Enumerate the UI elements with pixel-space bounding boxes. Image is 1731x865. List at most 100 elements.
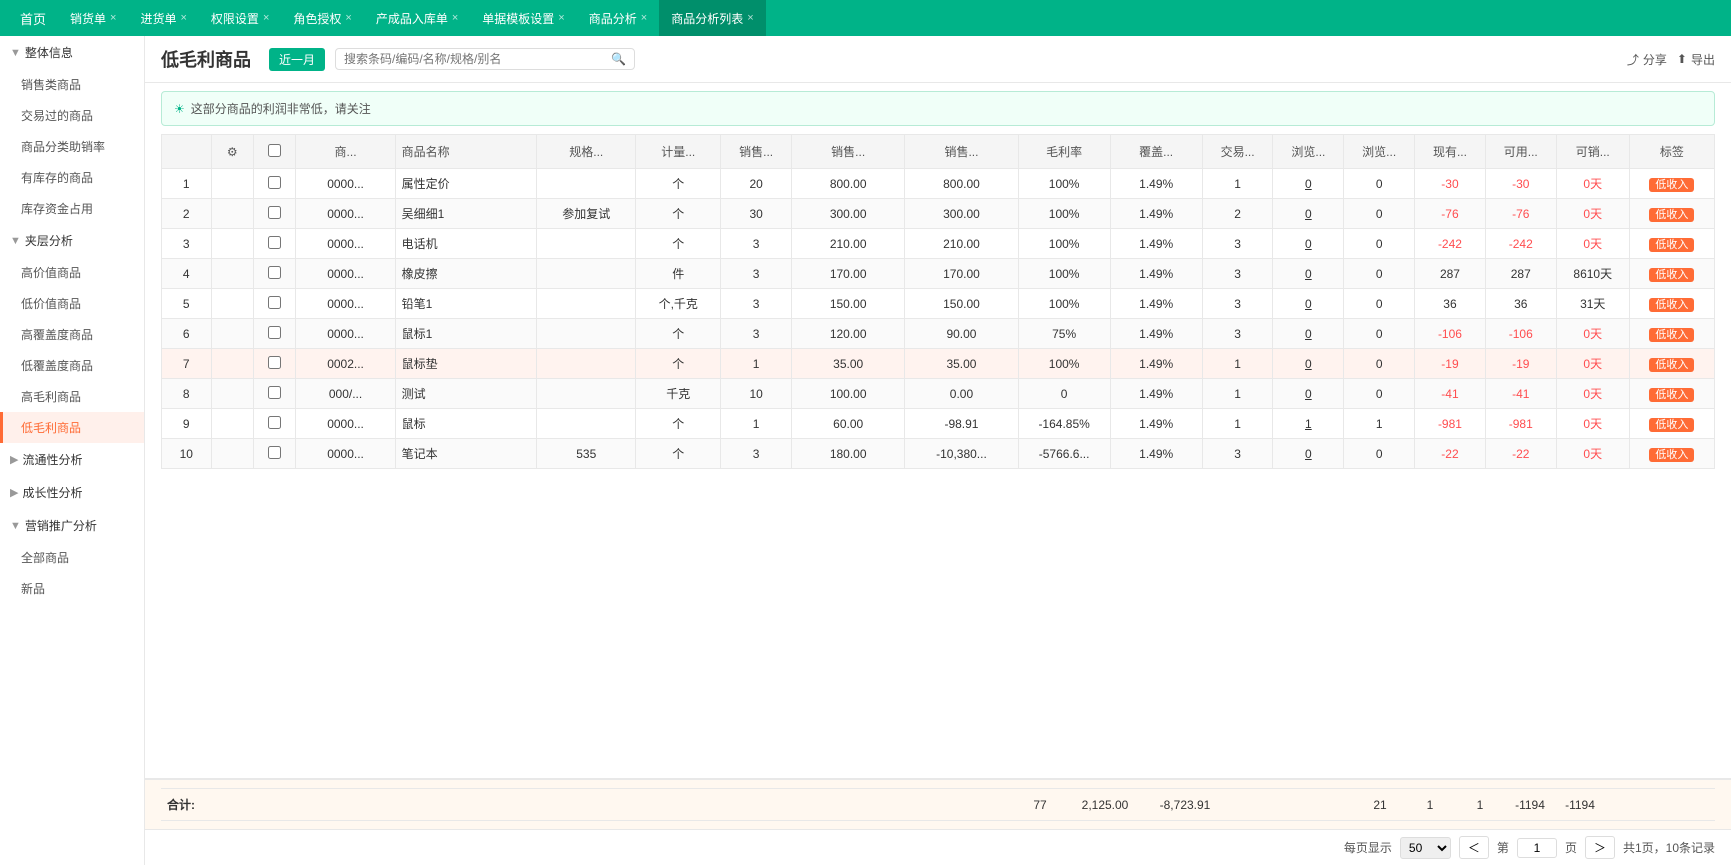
th-gross-rate[interactable]: 毛利率 [1018, 135, 1110, 169]
close-template-icon[interactable]: × [558, 12, 564, 24]
row-check-5[interactable] [268, 326, 281, 339]
row-checkbox[interactable] [254, 319, 296, 349]
row-settings[interactable] [211, 169, 253, 199]
next-page-button[interactable]: ＞ [1585, 836, 1615, 859]
nav-permissions[interactable]: 权限设置 × [199, 0, 281, 36]
row-settings[interactable] [211, 289, 253, 319]
sidebar-item-low-coverage[interactable]: 低覆盖度商品 [0, 350, 144, 381]
sidebar-group-marketing[interactable]: ▼ 营销推广分析 [0, 509, 144, 542]
nav-product-analysis[interactable]: 商品分析 × [577, 0, 659, 36]
row-view1[interactable]: 0 [1273, 379, 1344, 409]
page-size-select[interactable]: 50 100 200 [1400, 837, 1451, 859]
row-view1[interactable]: 0 [1273, 349, 1344, 379]
row-check-3[interactable] [268, 266, 281, 279]
row-view1[interactable]: 0 [1273, 319, 1344, 349]
nav-template[interactable]: 单据模板设置 × [470, 0, 576, 36]
row-check-9[interactable] [268, 446, 281, 459]
row-checkbox[interactable] [254, 349, 296, 379]
sidebar-item-high-coverage[interactable]: 高覆盖度商品 [0, 319, 144, 350]
row-checkbox[interactable] [254, 259, 296, 289]
sidebar-group-overall[interactable]: ▼ 整体信息 [0, 36, 144, 69]
sidebar-item-category-rate[interactable]: 商品分类助销率 [0, 131, 144, 162]
sidebar-item-high-margin[interactable]: 高毛利商品 [0, 381, 144, 412]
close-role-icon[interactable]: × [345, 12, 351, 24]
row-view1[interactable]: 0 [1273, 289, 1344, 319]
close-permissions-icon[interactable]: × [263, 12, 269, 24]
nav-sales[interactable]: 销货单 × [58, 0, 128, 36]
row-checkbox[interactable] [254, 229, 296, 259]
th-tag[interactable]: 标签 [1629, 135, 1714, 169]
close-analysis-list-icon[interactable]: × [747, 12, 753, 24]
row-checkbox[interactable] [254, 169, 296, 199]
sidebar-item-sales-goods[interactable]: 销售类商品 [0, 69, 144, 100]
th-sales-amount[interactable]: 销售... [905, 135, 1018, 169]
th-settings[interactable]: ⚙ [211, 135, 253, 169]
page-number-input[interactable] [1517, 838, 1557, 858]
nav-home[interactable]: 首页 [8, 0, 58, 36]
row-checkbox[interactable] [254, 199, 296, 229]
search-input[interactable] [344, 52, 611, 66]
sidebar-item-new-goods[interactable]: 新品 [0, 573, 144, 604]
sidebar-item-high-value[interactable]: 高价值商品 [0, 257, 144, 288]
row-check-0[interactable] [268, 176, 281, 189]
close-sales-icon[interactable]: × [110, 12, 116, 24]
sidebar-group-growth[interactable]: ▶ 成长性分析 [0, 476, 144, 509]
row-settings[interactable] [211, 379, 253, 409]
th-sales-price[interactable]: 销售... [792, 135, 905, 169]
nav-purchase[interactable]: 进货单 × [128, 0, 198, 36]
row-check-6[interactable] [268, 356, 281, 369]
export-button[interactable]: ⬆ 导出 [1677, 51, 1715, 68]
row-settings[interactable] [211, 199, 253, 229]
close-product-entry-icon[interactable]: × [452, 12, 458, 24]
th-current[interactable]: 现有... [1415, 135, 1486, 169]
nav-analysis-list[interactable]: 商品分析列表 × [659, 0, 765, 36]
sidebar-item-low-margin[interactable]: 低毛利商品 [0, 412, 144, 443]
close-product-analysis-icon[interactable]: × [641, 12, 647, 24]
nav-role[interactable]: 角色授权 × [281, 0, 363, 36]
time-filter-button[interactable]: 近一月 [269, 48, 325, 71]
row-view1[interactable]: 0 [1273, 229, 1344, 259]
row-checkbox[interactable] [254, 409, 296, 439]
sidebar-group-layer[interactable]: ▼ 夹层分析 [0, 224, 144, 257]
row-view1[interactable]: 0 [1273, 439, 1344, 469]
sidebar-item-traded-goods[interactable]: 交易过的商品 [0, 100, 144, 131]
row-check-2[interactable] [268, 236, 281, 249]
row-view1[interactable]: 0 [1273, 169, 1344, 199]
row-settings[interactable] [211, 409, 253, 439]
nav-product-entry[interactable]: 产成品入库单 × [364, 0, 470, 36]
th-checkbox[interactable] [254, 135, 296, 169]
sidebar-item-all-goods[interactable]: 全部商品 [0, 542, 144, 573]
row-settings[interactable] [211, 229, 253, 259]
prev-page-button[interactable]: ＜ [1459, 836, 1489, 859]
row-check-8[interactable] [268, 416, 281, 429]
sidebar-group-flow[interactable]: ▶ 流通性分析 [0, 443, 144, 476]
sidebar-item-capital[interactable]: 库存资金占用 [0, 193, 144, 224]
row-view1[interactable]: 1 [1273, 409, 1344, 439]
row-view1[interactable]: 0 [1273, 259, 1344, 289]
share-button[interactable]: ⤴ 分享 [1627, 51, 1667, 68]
sidebar-item-inventory[interactable]: 有库存的商品 [0, 162, 144, 193]
th-available[interactable]: 可用... [1485, 135, 1556, 169]
row-checkbox[interactable] [254, 289, 296, 319]
th-code[interactable]: 商... [296, 135, 395, 169]
row-check-7[interactable] [268, 386, 281, 399]
th-view2[interactable]: 浏览... [1344, 135, 1415, 169]
th-sales-qty[interactable]: 销售... [721, 135, 792, 169]
th-name[interactable]: 商品名称 [395, 135, 537, 169]
th-spec[interactable]: 规格... [537, 135, 636, 169]
select-all-checkbox[interactable] [268, 144, 281, 157]
row-check-4[interactable] [268, 296, 281, 309]
row-settings[interactable] [211, 349, 253, 379]
search-icon[interactable]: 🔍 [611, 52, 626, 66]
row-checkbox[interactable] [254, 379, 296, 409]
th-view1[interactable]: 浏览... [1273, 135, 1344, 169]
th-coverage[interactable]: 覆盖... [1110, 135, 1202, 169]
th-trade[interactable]: 交易... [1202, 135, 1273, 169]
sidebar-item-low-value[interactable]: 低价值商品 [0, 288, 144, 319]
close-purchase-icon[interactable]: × [180, 12, 186, 24]
row-settings[interactable] [211, 439, 253, 469]
row-view1[interactable]: 0 [1273, 199, 1344, 229]
row-settings[interactable] [211, 259, 253, 289]
th-unit[interactable]: 计量... [636, 135, 721, 169]
row-check-1[interactable] [268, 206, 281, 219]
